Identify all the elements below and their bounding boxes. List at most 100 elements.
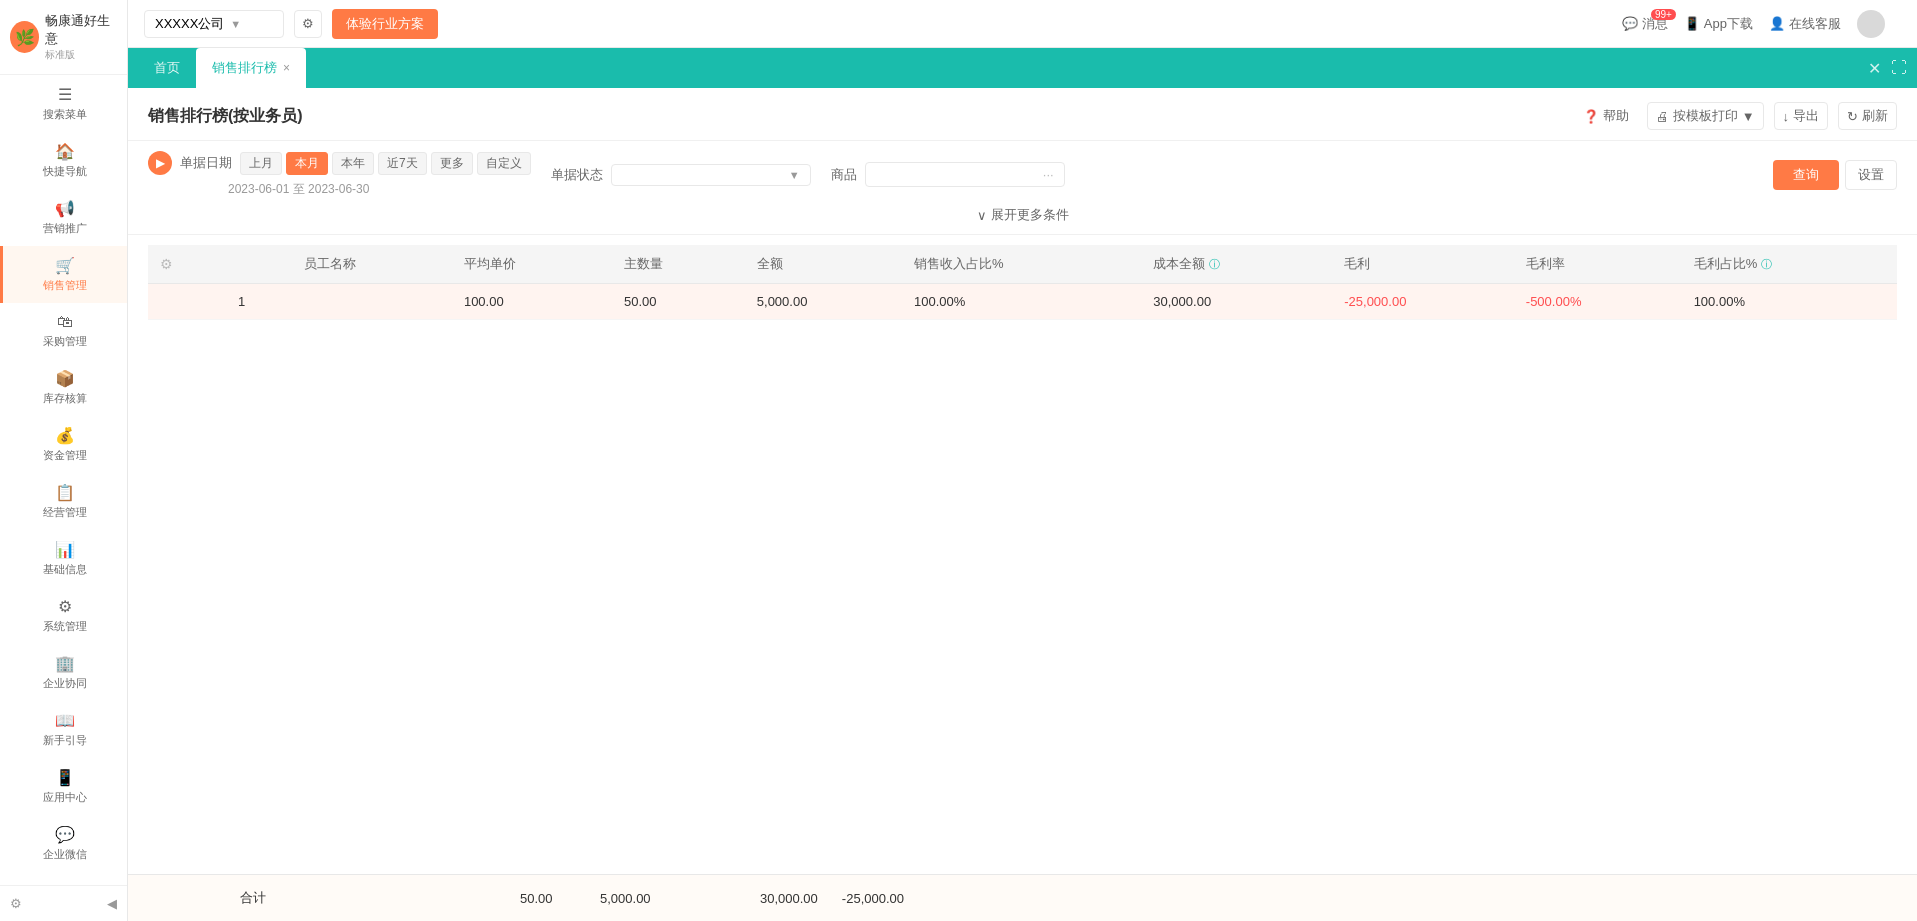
- sidebar-item-wechat[interactable]: 💬 企业微信: [0, 815, 127, 872]
- message-icon: 💬: [1622, 16, 1638, 31]
- date-range-display: 2023-06-01 至 2023-06-30: [228, 181, 531, 198]
- sidebar-logo: 🌿 畅康通好生意 标准版: [0, 0, 127, 75]
- operation-icon: 📋: [55, 483, 75, 502]
- cell-name: [292, 284, 452, 320]
- sidebar-item-system[interactable]: ⚙ 系统管理: [0, 587, 127, 644]
- window-maximize-button[interactable]: ⛶: [1891, 59, 1907, 78]
- sidebar-item-operation[interactable]: 📋 经营管理: [0, 473, 127, 530]
- sales-icon: 🛒: [55, 256, 75, 275]
- footer-profit-rate: [916, 894, 996, 902]
- company-name: XXXXX公司: [155, 15, 224, 33]
- filter-toggle-button[interactable]: ▶: [148, 151, 172, 175]
- sidebar-item-guide[interactable]: 📖 新手引导: [0, 701, 127, 758]
- app-download-button[interactable]: 📱 App下载: [1684, 15, 1753, 33]
- goods-input[interactable]: ···: [865, 162, 1065, 187]
- user-avatar[interactable]: [1857, 10, 1885, 38]
- date-btn-7days[interactable]: 近7天: [378, 152, 427, 175]
- sidebar-label-purchase: 采购管理: [43, 334, 87, 349]
- footer-sales-pct: [668, 894, 748, 902]
- apps-icon: 📱: [55, 768, 75, 787]
- online-service-button[interactable]: 👤 在线客服: [1769, 15, 1841, 33]
- sidebar-item-apps[interactable]: 📱 应用中心: [0, 758, 127, 815]
- tab-home[interactable]: 首页: [138, 48, 196, 88]
- table-body: 1 100.00 50.00 5,000.00 100.00% 30,000.0…: [148, 284, 1897, 320]
- sidebar-label-enterprise: 企业协同: [43, 676, 87, 691]
- sidebar-item-member[interactable]: ♔ 畅会员: [0, 872, 127, 885]
- col-rank: [226, 245, 292, 284]
- basic-icon: 📊: [55, 540, 75, 559]
- settings-button[interactable]: 设置: [1845, 160, 1897, 190]
- sidebar-item-marketing[interactable]: 📢 营销推广: [0, 189, 127, 246]
- sidebar-item-quick[interactable]: 🏠 快捷导航: [0, 132, 127, 189]
- sidebar-label-finance: 资金管理: [43, 448, 87, 463]
- page-header: 销售排行榜(按业务员) ❓ 帮助 🖨 按模板打印 ▼ ↓ 导出: [128, 88, 1917, 141]
- sidebar-item-basic[interactable]: 📊 基础信息: [0, 530, 127, 587]
- column-settings-icon[interactable]: ⚙: [160, 256, 173, 272]
- col-settings[interactable]: ⚙: [148, 245, 226, 284]
- sidebar-label-wechat: 企业微信: [43, 847, 87, 862]
- expand-button[interactable]: ∨ 展开更多条件: [977, 206, 1069, 224]
- date-btn-custom[interactable]: 自定义: [477, 152, 531, 175]
- col-profit-rate: 毛利率: [1514, 245, 1682, 284]
- status-dropdown-arrow: ▼: [789, 169, 800, 181]
- data-table: ⚙ 员工名称 平均单价 主数量 全额 销售收入占比% 成本全额 ⓘ 毛利 毛利率…: [148, 245, 1897, 320]
- tabbar: 首页 销售排行榜 × ✕ ⛶: [128, 48, 1917, 88]
- col-cost: 成本全额 ⓘ: [1141, 245, 1332, 284]
- message-button[interactable]: 💬 消息 99+: [1622, 15, 1668, 33]
- topbar-gear-button[interactable]: ⚙: [294, 10, 322, 38]
- export-button[interactable]: ↓ 导出: [1774, 102, 1829, 130]
- finance-icon: 💰: [55, 426, 75, 445]
- tabbar-right: ✕ ⛶: [1868, 59, 1907, 78]
- footer-label: [148, 894, 228, 902]
- print-icon: 🖨: [1656, 109, 1669, 124]
- sidebar-item-enterprise[interactable]: 🏢 企业协同: [0, 644, 127, 701]
- status-filter-label: 单据状态: [551, 166, 603, 184]
- system-icon: ⚙: [58, 597, 72, 616]
- date-btn-current-year[interactable]: 本年: [332, 152, 374, 175]
- tab-sales-rank[interactable]: 销售排行榜 ×: [196, 48, 306, 88]
- sidebar-label-operation: 经营管理: [43, 505, 87, 520]
- sidebar-label-apps: 应用中心: [43, 790, 87, 805]
- cell-profit-pct: 100.00%: [1682, 284, 1897, 320]
- cost-info-icon[interactable]: ⓘ: [1209, 258, 1220, 270]
- goods-input-more[interactable]: ···: [1043, 167, 1054, 182]
- date-buttons: 上月 本月 本年 近7天 更多 自定义: [240, 152, 531, 175]
- col-amount: 全额: [745, 245, 902, 284]
- sidebar-label-inventory: 库存核算: [43, 391, 87, 406]
- query-button[interactable]: 查询: [1773, 160, 1839, 190]
- help-button[interactable]: ❓ 帮助: [1575, 103, 1637, 129]
- sidebar-item-purchase[interactable]: 🛍 采购管理: [0, 303, 127, 359]
- trial-button[interactable]: 体验行业方案: [332, 9, 438, 39]
- sidebar-item-inventory[interactable]: 📦 库存核算: [0, 359, 127, 416]
- cell-sales-pct: 100.00%: [902, 284, 1141, 320]
- cell-cost: 30,000.00: [1141, 284, 1332, 320]
- export-icon: ↓: [1783, 109, 1790, 124]
- sidebar: 🌿 畅康通好生意 标准版 ☰ 搜索菜单 🏠 快捷导航 📢 营销推广 🛒 销售管理…: [0, 0, 128, 921]
- collapse-icon[interactable]: ◀: [107, 896, 117, 911]
- col-avg-price: 平均单价: [452, 245, 612, 284]
- company-selector[interactable]: XXXXX公司 ▼: [144, 10, 284, 38]
- expand-row: ∨ 展开更多条件: [148, 206, 1897, 224]
- refresh-button[interactable]: ↻ 刷新: [1838, 102, 1897, 130]
- sidebar-label-sales: 销售管理: [43, 278, 87, 293]
- profit-pct-info-icon[interactable]: ⓘ: [1761, 258, 1772, 270]
- settings-icon[interactable]: ⚙: [10, 896, 22, 911]
- goods-filter-label: 商品: [831, 166, 857, 184]
- date-btn-more[interactable]: 更多: [431, 152, 473, 175]
- template-print-button[interactable]: 🖨 按模板打印 ▼: [1647, 102, 1764, 130]
- status-select[interactable]: ▼: [611, 164, 811, 186]
- service-icon: 👤: [1769, 16, 1785, 31]
- sidebar-item-sales[interactable]: 🛒 销售管理: [0, 246, 127, 303]
- sidebar-item-finance[interactable]: 💰 资金管理: [0, 416, 127, 473]
- expand-chevron-icon: ∨: [977, 208, 987, 223]
- date-btn-current-month[interactable]: 本月: [286, 152, 328, 175]
- cell-qty: 50.00: [612, 284, 745, 320]
- date-btn-prev-month[interactable]: 上月: [240, 152, 282, 175]
- footer-total-label: 合计: [228, 885, 428, 911]
- window-close-button[interactable]: ✕: [1868, 59, 1881, 78]
- table-container: ⚙ 员工名称 平均单价 主数量 全额 销售收入占比% 成本全额 ⓘ 毛利 毛利率…: [128, 235, 1917, 874]
- status-filter-group: 单据状态 ▼: [551, 164, 811, 186]
- sidebar-item-search[interactable]: ☰ 搜索菜单: [0, 75, 127, 132]
- tab-close-icon[interactable]: ×: [283, 61, 290, 75]
- cell-profit-rate: -500.00%: [1514, 284, 1682, 320]
